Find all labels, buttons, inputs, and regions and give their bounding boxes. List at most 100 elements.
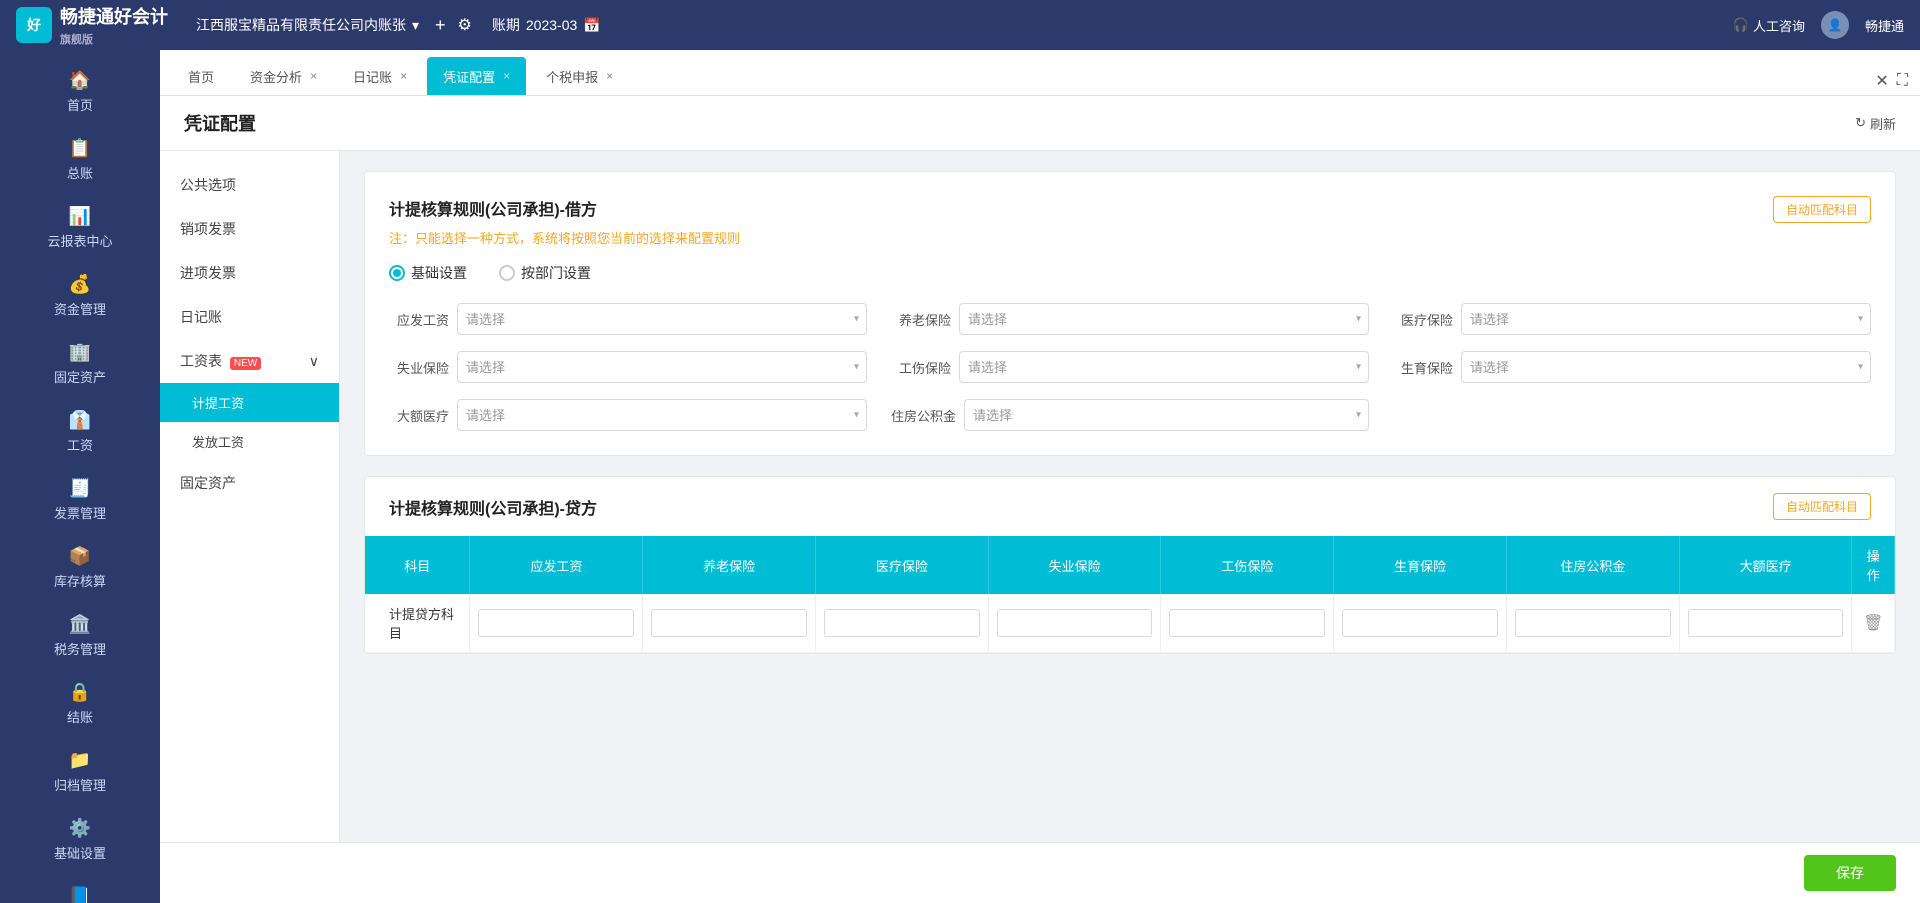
input-workinjury[interactable] — [1169, 609, 1325, 637]
save-button[interactable]: 保存 — [1804, 855, 1896, 891]
sidebar-item-tax[interactable]: 🏛️ 税务管理 — [0, 602, 160, 670]
close-all-icon[interactable]: ✕ — [1875, 71, 1888, 91]
cell-pension-input[interactable] — [643, 594, 816, 653]
nav-item-journal[interactable]: 日记账 — [160, 295, 339, 339]
nav-item-purchase-invoice[interactable]: 进项发票 — [160, 251, 339, 295]
label-unemployment: 失业保险 — [389, 358, 449, 377]
sidebar-item-reports[interactable]: 📊 云报表中心 — [0, 194, 160, 262]
tab-home[interactable]: 首页 — [172, 57, 230, 95]
cell-workinjury-input[interactable] — [1161, 594, 1334, 653]
select-unemployment[interactable]: 请选择 ▾ — [457, 351, 867, 383]
main-content: 计提核算规则(公司承担)-借方 注：只能选择一种方式，系统将按照您当前的选择来配… — [340, 151, 1920, 903]
add-button[interactable]: + — [435, 15, 446, 36]
tab-journal[interactable]: 日记账 × — [337, 57, 423, 95]
label-pension: 养老保险 — [891, 310, 951, 329]
close-books-icon: 🔒 — [69, 682, 91, 703]
sidebar-label-invoice: 发票管理 — [54, 503, 106, 522]
debit-auto-match-button[interactable]: 自动匹配科目 — [1773, 196, 1871, 223]
sidebar-item-close[interactable]: 🔒 结账 — [0, 670, 160, 738]
refresh-button[interactable]: ↻ 刷新 — [1855, 114, 1896, 133]
input-housing[interactable] — [1515, 609, 1671, 637]
label-large-medical: 大额医疗 — [389, 406, 449, 425]
nav-sub-accrual[interactable]: 计提工资 — [160, 383, 339, 422]
medical-select[interactable]: 请选择 — [1461, 303, 1871, 335]
input-large-medical[interactable] — [1688, 609, 1844, 637]
tab-voucher-config-label: 凭证配置 — [443, 67, 495, 86]
sidebar-item-ledger[interactable]: 📋 总账 — [0, 126, 160, 194]
tab-funds-close[interactable]: × — [310, 69, 317, 83]
select-pension[interactable]: 请选择 ▾ — [959, 303, 1369, 335]
sidebar-item-archive[interactable]: 📁 归档管理 — [0, 738, 160, 806]
input-medical[interactable] — [824, 609, 980, 637]
nav-group-salary[interactable]: 工资表 NEW ∨ — [160, 339, 339, 383]
form-row-workinjury: 工伤保险 请选择 ▾ — [891, 351, 1369, 383]
tab-home-label: 首页 — [188, 67, 214, 86]
cell-housing-input[interactable] — [1506, 594, 1679, 653]
cell-wage-input[interactable] — [470, 594, 643, 653]
nav-sub-payment[interactable]: 发放工资 — [160, 422, 339, 461]
select-workinjury[interactable]: 请选择 ▾ — [959, 351, 1369, 383]
select-medical[interactable]: 请选择 ▾ — [1461, 303, 1871, 335]
large-medical-select[interactable]: 请选择 — [457, 399, 867, 431]
select-wage[interactable]: 请选择 ▾ — [457, 303, 867, 335]
credit-auto-match-button[interactable]: 自动匹配科目 — [1773, 493, 1871, 520]
maximize-icon[interactable]: ⛶ — [1897, 72, 1908, 90]
input-unemployment[interactable] — [997, 609, 1153, 637]
sidebar-item-salary[interactable]: 👔 工资 — [0, 398, 160, 466]
input-pension[interactable] — [651, 609, 807, 637]
cell-delete[interactable]: 🗑 — [1852, 594, 1895, 653]
cell-medical-input[interactable] — [815, 594, 988, 653]
label-medical: 医疗保险 — [1393, 310, 1453, 329]
maternity-select[interactable]: 请选择 — [1461, 351, 1871, 383]
credit-section-header: 计提核算规则(公司承担)-贷方 自动匹配科目 — [365, 477, 1895, 536]
tab-voucher-config[interactable]: 凭证配置 × — [427, 57, 526, 95]
cell-unemployment-input[interactable] — [988, 594, 1161, 653]
unemployment-select[interactable]: 请选择 — [457, 351, 867, 383]
tab-tax[interactable]: 个税申报 × — [530, 57, 629, 95]
sidebar-item-settings[interactable]: ⚙️ 基础设置 — [0, 806, 160, 874]
logo: 好 畅捷通好会计 旗舰版 — [16, 3, 176, 47]
nav-item-fixed-assets[interactable]: 固定资产 — [160, 461, 339, 505]
input-wage[interactable] — [478, 609, 634, 637]
settings-icon[interactable]: ⚙ — [458, 15, 472, 35]
housing-select[interactable]: 请选择 — [964, 399, 1369, 431]
company-selector[interactable]: 江西服宝精品有限责任公司内账张 ▾ — [196, 15, 419, 35]
sidebar-item-assets[interactable]: 🏢 固定资产 — [0, 330, 160, 398]
th-wage: 应发工资 — [470, 536, 643, 594]
main-layout: 🏠 首页 📋 总账 📊 云报表中心 💰 资金管理 🏢 固定资产 👔 工资 🧾 发… — [0, 50, 1920, 903]
topbar: 好 畅捷通好会计 旗舰版 江西服宝精品有限责任公司内账张 ▾ + ⚙ 账期 20… — [0, 0, 1920, 50]
radio-department[interactable]: 按部门设置 — [499, 263, 591, 283]
tab-voucher-config-close[interactable]: × — [503, 69, 510, 83]
archive-icon: 📁 — [69, 750, 91, 771]
sidebar-item-funds[interactable]: 💰 资金管理 — [0, 262, 160, 330]
debit-section-title: 计提核算规则(公司承担)-借方 — [389, 196, 1871, 220]
table-row: 计提贷方科目 🗑 — [365, 594, 1895, 653]
sidebar-item-inventory[interactable]: 📦 库存核算 — [0, 534, 160, 602]
select-housing[interactable]: 请选择 ▾ — [964, 399, 1369, 431]
nav-item-public[interactable]: 公共选项 — [160, 163, 339, 207]
select-maternity[interactable]: 请选择 ▾ — [1461, 351, 1871, 383]
cell-large-medical-input[interactable] — [1679, 594, 1852, 653]
wage-select[interactable]: 请选择 — [457, 303, 867, 335]
period-selector[interactable]: 账期 2023-03 📅 — [492, 15, 601, 35]
page-header: 凭证配置 ↻ 刷新 — [160, 96, 1920, 151]
tab-funds[interactable]: 资金分析 × — [234, 57, 333, 95]
input-maternity[interactable] — [1342, 609, 1498, 637]
app-name: 畅捷通好会计 — [60, 3, 168, 29]
select-large-medical[interactable]: 请选择 ▾ — [457, 399, 867, 431]
cell-maternity-input[interactable] — [1334, 594, 1507, 653]
tab-tax-close[interactable]: × — [606, 69, 613, 83]
delete-icon[interactable]: 🗑 — [1863, 615, 1883, 632]
label-housing: 住房公积金 — [891, 406, 956, 425]
workinjury-select[interactable]: 请选择 — [959, 351, 1369, 383]
tab-journal-close[interactable]: × — [400, 69, 407, 83]
sidebar-item-invoice[interactable]: 🧾 发票管理 — [0, 466, 160, 534]
pension-select[interactable]: 请选择 — [959, 303, 1369, 335]
tab-funds-label: 资金分析 — [250, 67, 302, 86]
sidebar-item-home[interactable]: 🏠 首页 — [0, 58, 160, 126]
home-icon: 🏠 — [69, 70, 91, 91]
customer-service-btn[interactable]: 🎧 人工咨询 — [1733, 16, 1805, 35]
nav-item-sales-invoice[interactable]: 销项发票 — [160, 207, 339, 251]
radio-basic[interactable]: 基础设置 — [389, 263, 467, 283]
sidebar-item-guide[interactable]: 📘 新手引导 — [0, 874, 160, 903]
